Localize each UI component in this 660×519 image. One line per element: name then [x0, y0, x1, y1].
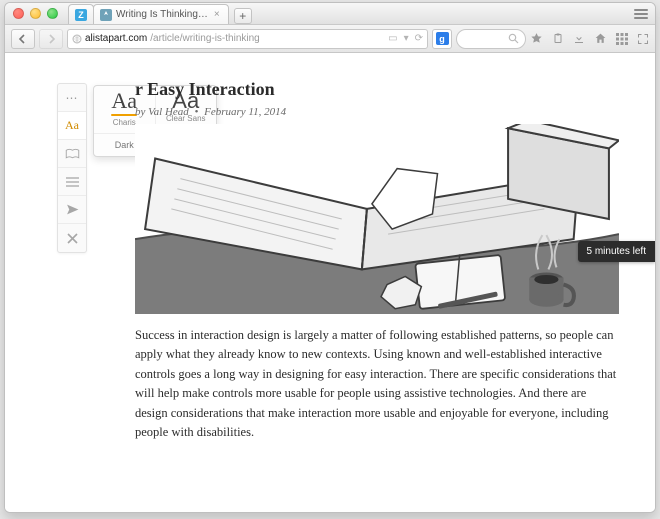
article-title: r Easy Interaction	[135, 79, 619, 100]
tab-close-icon[interactable]: ×	[214, 9, 220, 20]
reader-list-icon[interactable]	[58, 168, 86, 196]
search-icon	[508, 33, 519, 44]
search-engine-button[interactable]: g	[432, 29, 452, 49]
downloads-icon[interactable]	[573, 32, 585, 45]
reader-sidebar: ⋯ Aa	[57, 83, 87, 253]
browser-window: Z Writing Is Thinking… × + alistapart.co…	[4, 2, 656, 513]
article-illustration	[135, 124, 619, 314]
tab-active[interactable]: Writing Is Thinking… ×	[93, 4, 229, 24]
article: r Easy Interaction by Val Head • Februar…	[135, 79, 619, 512]
reader-send-icon[interactable]	[58, 196, 86, 224]
article-body: Success in interaction design is largely…	[135, 326, 619, 442]
byline-date: February 11, 2014	[204, 106, 286, 118]
tab-strip: Z Writing Is Thinking… × +	[68, 3, 252, 24]
reader-close-icon[interactable]	[58, 224, 86, 252]
byline-separator: •	[195, 106, 199, 118]
article-byline: by Val Head • February 11, 2014	[135, 106, 619, 118]
reader-book-icon[interactable]	[58, 140, 86, 168]
close-window-button[interactable]	[13, 8, 24, 19]
titlebar: Z Writing Is Thinking… × +	[5, 3, 655, 25]
favicon-ala-icon	[100, 9, 112, 21]
minimize-window-button[interactable]	[30, 8, 41, 19]
reload-icon[interactable]: ⟳	[415, 33, 423, 44]
tab-title: Writing Is Thinking…	[116, 9, 208, 20]
favicon-z-icon: Z	[75, 9, 87, 21]
clipboard-icon[interactable]	[552, 32, 564, 45]
byline-prefix: by	[135, 106, 145, 118]
urlbar-actions: ▭ ▾ ⟳	[388, 33, 423, 44]
reader-mode-icon[interactable]: ▭	[388, 33, 397, 44]
reader-options-icon[interactable]: ⋯	[58, 84, 86, 112]
bookmark-star-icon[interactable]	[530, 32, 543, 45]
tab-pinned[interactable]: Z	[68, 4, 94, 24]
home-icon[interactable]	[594, 32, 607, 45]
apps-grid-icon[interactable]	[616, 33, 628, 45]
url-bar[interactable]: alistapart.com/article/writing-is-thinki…	[67, 29, 428, 49]
google-badge-icon: g	[436, 32, 449, 45]
new-tab-button[interactable]: +	[234, 8, 252, 24]
url-path: /article/writing-is-thinking	[150, 33, 259, 44]
page-content: ⋯ Aa Aa Charis	[5, 53, 655, 512]
byline-author: Val Head	[148, 106, 189, 118]
time-left-badge: 5 minutes left	[578, 241, 655, 262]
forward-button[interactable]	[39, 29, 63, 49]
selected-underline	[111, 114, 137, 116]
url-host: alistapart.com	[85, 33, 147, 44]
globe-icon	[72, 34, 82, 44]
hamburger-menu-icon[interactable]	[633, 7, 649, 21]
reader-typography-icon[interactable]: Aa	[58, 112, 86, 140]
dropdown-icon[interactable]: ▾	[404, 33, 409, 44]
nav-toolbar: alistapart.com/article/writing-is-thinki…	[5, 25, 655, 53]
back-button[interactable]	[11, 29, 35, 49]
toolbar-icons	[530, 32, 649, 45]
zoom-window-button[interactable]	[47, 8, 58, 19]
fullscreen-icon[interactable]	[637, 33, 649, 45]
search-bar[interactable]	[456, 29, 526, 49]
window-controls	[5, 8, 58, 19]
